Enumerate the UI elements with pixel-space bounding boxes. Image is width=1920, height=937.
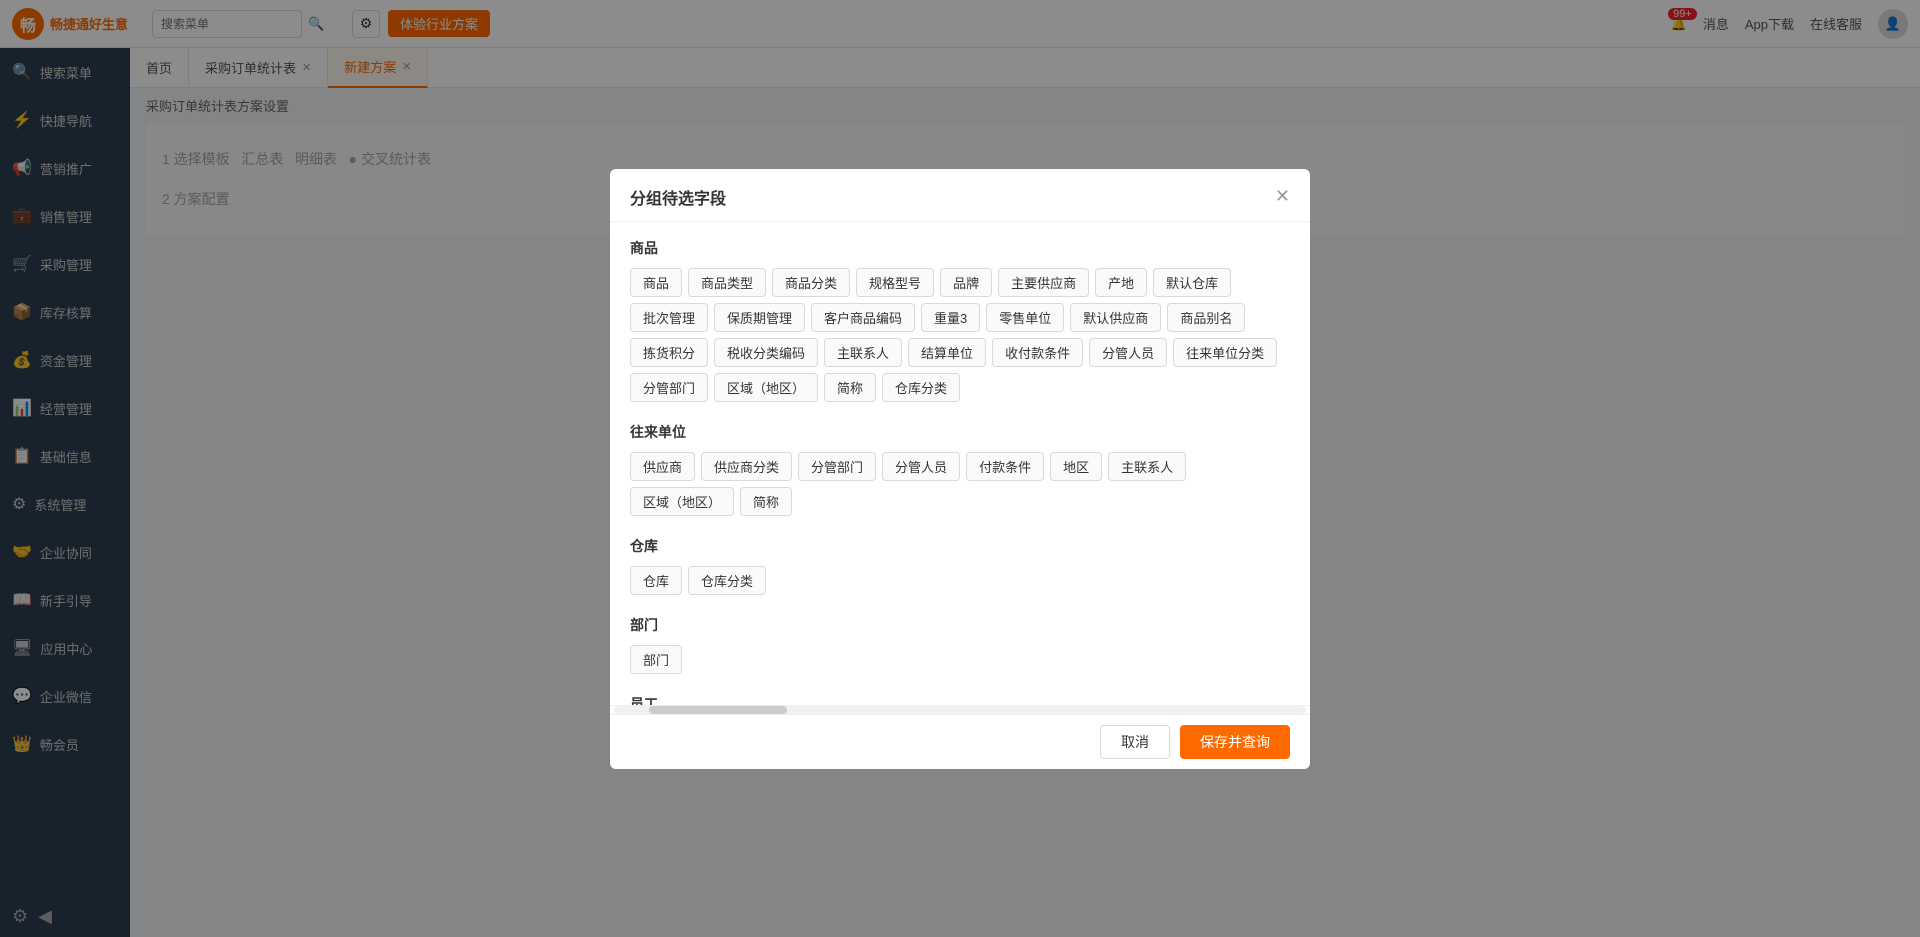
field-tag-batch-manage[interactable]: 批次管理 bbox=[630, 303, 708, 332]
field-tag-warehouse[interactable]: 仓库 bbox=[630, 566, 682, 595]
field-tags-warehouse: 仓库 仓库分类 bbox=[630, 566, 1290, 595]
field-tag-default-supplier[interactable]: 默认供应商 bbox=[1070, 303, 1161, 332]
field-tag-settlement-unit[interactable]: 结算单位 bbox=[908, 338, 986, 367]
field-tag-payment-terms[interactable]: 收付款条件 bbox=[992, 338, 1083, 367]
save-query-button[interactable]: 保存并查询 bbox=[1180, 725, 1290, 759]
field-tag-main-contact2[interactable]: 主联系人 bbox=[1108, 452, 1186, 481]
field-tags-dept: 部门 bbox=[630, 645, 1290, 674]
field-tag-manager[interactable]: 分管人员 bbox=[1089, 338, 1167, 367]
field-tag-pick-points[interactable]: 拣货积分 bbox=[630, 338, 708, 367]
field-tag-customer-code[interactable]: 客户商品编码 bbox=[811, 303, 915, 332]
field-tag-shelf-life[interactable]: 保质期管理 bbox=[714, 303, 805, 332]
field-tag-origin[interactable]: 产地 bbox=[1095, 268, 1147, 297]
modal-close-button[interactable]: ✕ bbox=[1275, 186, 1290, 207]
field-tag-product-type[interactable]: 商品类型 bbox=[688, 268, 766, 297]
cancel-button[interactable]: 取消 bbox=[1100, 725, 1170, 759]
field-group-employee-title: 员工 bbox=[630, 694, 1290, 705]
field-tag-manage-dept2[interactable]: 分管部门 bbox=[798, 452, 876, 481]
field-tag-supplier-category[interactable]: 供应商分类 bbox=[701, 452, 792, 481]
field-tag-main-contact[interactable]: 主联系人 bbox=[824, 338, 902, 367]
field-group-dept: 部门 部门 bbox=[630, 615, 1290, 674]
field-tag-default-warehouse[interactable]: 默认仓库 bbox=[1153, 268, 1231, 297]
field-select-modal: 分组待选字段 ✕ 商品 商品 商品类型 商品分类 规格型号 品牌 主要供应商 产… bbox=[610, 169, 1310, 769]
field-tag-abbrev[interactable]: 简称 bbox=[740, 487, 792, 516]
field-group-warehouse: 仓库 仓库 仓库分类 bbox=[630, 536, 1290, 595]
field-group-warehouse-title: 仓库 bbox=[630, 536, 1290, 556]
field-tag-short-name[interactable]: 简称 bbox=[824, 373, 876, 402]
field-tag-supplier[interactable]: 供应商 bbox=[630, 452, 695, 481]
field-group-counterpart: 往来单位 供应商 供应商分类 分管部门 分管人员 付款条件 地区 主联系人 区域… bbox=[630, 422, 1290, 516]
field-tag-main-supplier[interactable]: 主要供应商 bbox=[998, 268, 1089, 297]
modal-scroll-x-bar[interactable] bbox=[610, 705, 1310, 714]
field-tag-dept[interactable]: 部门 bbox=[630, 645, 682, 674]
field-tag-district[interactable]: 地区 bbox=[1050, 452, 1102, 481]
field-tag-warehouse-type[interactable]: 仓库分类 bbox=[688, 566, 766, 595]
field-tag-brand[interactable]: 品牌 bbox=[940, 268, 992, 297]
field-tag-product-alias[interactable]: 商品别名 bbox=[1167, 303, 1245, 332]
field-tag-tax-category-code[interactable]: 税收分类编码 bbox=[714, 338, 818, 367]
field-tag-product[interactable]: 商品 bbox=[630, 268, 682, 297]
modal-header: 分组待选字段 ✕ bbox=[610, 169, 1310, 222]
field-tag-counterpart-category[interactable]: 往来单位分类 bbox=[1173, 338, 1277, 367]
field-group-dept-title: 部门 bbox=[630, 615, 1290, 635]
field-tag-product-category[interactable]: 商品分类 bbox=[772, 268, 850, 297]
field-tag-spec-model[interactable]: 规格型号 bbox=[856, 268, 934, 297]
modal-footer: 取消 保存并查询 bbox=[610, 714, 1310, 769]
field-group-counterpart-title: 往来单位 bbox=[630, 422, 1290, 442]
field-tag-weight3[interactable]: 重量3 bbox=[921, 303, 980, 332]
field-tags-product: 商品 商品类型 商品分类 规格型号 品牌 主要供应商 产地 默认仓库 批次管理 … bbox=[630, 268, 1290, 402]
field-tag-retail-unit[interactable]: 零售单位 bbox=[986, 303, 1064, 332]
modal-title: 分组待选字段 bbox=[630, 185, 726, 209]
field-tag-region2[interactable]: 区域（地区） bbox=[630, 487, 734, 516]
field-group-product-title: 商品 bbox=[630, 238, 1290, 258]
modal-body: 商品 商品 商品类型 商品分类 规格型号 品牌 主要供应商 产地 默认仓库 批次… bbox=[610, 222, 1310, 705]
field-tags-counterpart: 供应商 供应商分类 分管部门 分管人员 付款条件 地区 主联系人 区域（地区） … bbox=[630, 452, 1290, 516]
field-group-employee: 员工 业务员 bbox=[630, 694, 1290, 705]
field-tag-manage-personnel[interactable]: 分管人员 bbox=[882, 452, 960, 481]
field-tag-payment-cond[interactable]: 付款条件 bbox=[966, 452, 1044, 481]
field-tag-warehouse-category[interactable]: 仓库分类 bbox=[882, 373, 960, 402]
field-tag-region[interactable]: 区域（地区） bbox=[714, 373, 818, 402]
field-group-product: 商品 商品 商品类型 商品分类 规格型号 品牌 主要供应商 产地 默认仓库 批次… bbox=[630, 238, 1290, 402]
field-tag-manage-dept[interactable]: 分管部门 bbox=[630, 373, 708, 402]
